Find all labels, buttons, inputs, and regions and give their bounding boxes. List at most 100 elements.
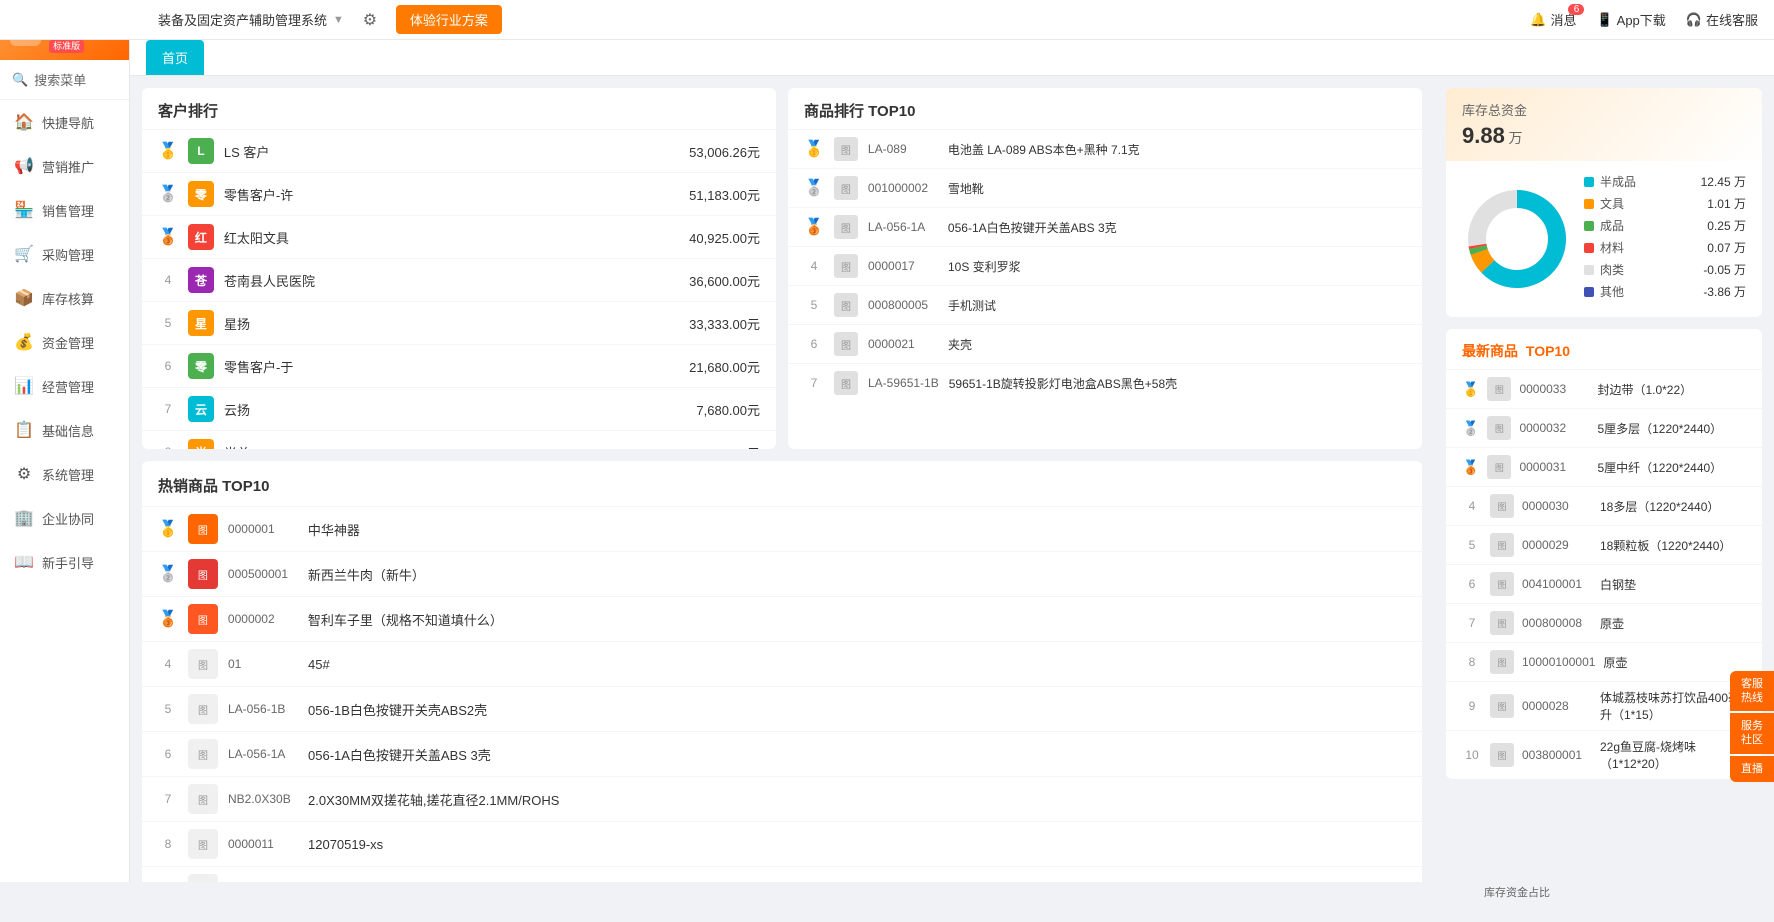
hot-product-row: 7 图 NB2.0X30B 2.0X30MM双搓花轴,搓花直径2.1MM/ROH…: [142, 776, 1422, 821]
tab-home[interactable]: 首页: [146, 40, 204, 75]
product-img: 图: [1490, 743, 1514, 767]
product-code: 0000028: [1522, 699, 1592, 713]
sidebar-item-guide[interactable]: 📖 新手引导: [0, 540, 129, 584]
megaphone-icon: 📢: [14, 156, 34, 176]
customer-name: 红太阳文具: [224, 228, 679, 247]
product-thumbnail: 图: [188, 829, 218, 859]
float-service: 客服热线 服务社区 直播: [1730, 671, 1774, 782]
customer-amount: 53,006.26元: [689, 142, 760, 161]
sidebar-item-inventory[interactable]: 📦 库存核算: [0, 276, 129, 320]
sidebar-item-quick-nav[interactable]: 🏠 快捷导航: [0, 100, 129, 144]
product-ranking-row: 5 图 000800005 手机测试: [788, 285, 1422, 324]
product-img: 图: [1490, 611, 1514, 635]
sidebar: 好 畅捷通好生意 标准版 🔍 搜索菜单 🏠 快捷导航 📢 营销推广 🏪 销售管理…: [0, 0, 130, 882]
product-code: LA-056-1A: [868, 220, 938, 234]
product-name: 45#: [308, 657, 1406, 672]
bell-icon: 🔔: [1530, 12, 1546, 28]
mobile-icon: 📱: [1596, 12, 1612, 28]
float-service-hotline[interactable]: 客服热线: [1730, 671, 1774, 712]
latest-product-row: 7 图 000800008 原壶: [1446, 603, 1762, 642]
float-service-live[interactable]: 直播: [1730, 756, 1774, 782]
clipboard-icon: 📋: [14, 420, 34, 440]
settings-btn[interactable]: ⚙: [356, 6, 384, 34]
product-code: 0000017: [868, 259, 938, 273]
customer-amount: 51,183.00元: [689, 185, 760, 204]
sidebar-item-purchase[interactable]: 🛒 采购管理: [0, 232, 129, 276]
rank-number: 5: [804, 298, 824, 312]
product-name: 2.0X30MM双搓花轴,搓花直径2.1MM/ROHS: [308, 790, 1406, 809]
product-name: 056-1A白色按键开关盖ABS 3克: [948, 219, 1406, 236]
header-right: 🔔 消息 6 📱 App下载 🎧 在线客服: [1530, 10, 1758, 29]
customer-ranking-list: 🥇 L LS 客户 53,006.26元 🥈 零 零售客户-许 51,183.0…: [142, 129, 776, 449]
store-icon: 🏪: [14, 200, 34, 220]
rank-number: 10: [1462, 748, 1482, 762]
avatar: L: [188, 138, 214, 164]
search-menu-btn[interactable]: 🔍 搜索菜单: [0, 60, 129, 100]
rank-number: 8: [158, 445, 178, 449]
gear-icon: ⚙: [14, 464, 34, 484]
avatar: 云: [188, 396, 214, 422]
chevron-down-icon: ▼: [333, 14, 344, 26]
rank-number: 7: [804, 376, 824, 390]
medal-icon: 🥉: [1462, 459, 1479, 476]
money-icon: 💰: [14, 332, 34, 352]
sidebar-item-marketing[interactable]: 📢 营销推广: [0, 144, 129, 188]
hot-product-row: 5 图 LA-056-1B 056-1B白色按键开关壳ABS2壳: [142, 686, 1422, 731]
product-thumbnail: 图: [188, 739, 218, 769]
product-code: 0000030: [1522, 499, 1592, 513]
product-thumbnail: 图: [188, 559, 218, 589]
product-img: 图: [834, 293, 858, 317]
product-thumbnail: 图: [188, 874, 218, 882]
message-btn[interactable]: 🔔 消息 6: [1530, 10, 1576, 29]
avatar: 苍: [188, 267, 214, 293]
system-selector[interactable]: 装备及固定资产辅助管理系统 ▼: [158, 10, 344, 29]
sidebar-item-sales[interactable]: 🏪 销售管理: [0, 188, 129, 232]
latest-products-list: 🥇 图 0000033 封边带（1.0*22） 🥈 图 0000032 5厘多层…: [1446, 369, 1762, 779]
legend-color: [1584, 177, 1594, 187]
legend-value: -3.86 万: [1703, 283, 1746, 300]
product-img: 图: [1487, 455, 1511, 479]
product-name: 056-1B白色按键开关壳ABS2壳: [308, 700, 1406, 719]
product-name: 原壶: [1603, 654, 1746, 671]
legend-item: 半成品 12.45 万: [1584, 173, 1746, 190]
customer-name: 零售客户-许: [224, 185, 679, 204]
sidebar-item-finance[interactable]: 💰 资金管理: [0, 320, 129, 364]
trial-button[interactable]: 体验行业方案: [396, 5, 502, 34]
legend-item: 成品 0.25 万: [1584, 217, 1746, 234]
rank-number: 6: [804, 337, 824, 351]
latest-product-row: 10 图 003800001 22g鱼豆腐-烧烤味（1*12*20）: [1446, 730, 1762, 779]
rank-number: 6: [158, 359, 178, 373]
legend-name: 肉类: [1600, 261, 1697, 278]
customer-amount: 21,680.00元: [689, 357, 760, 376]
legend-item: 肉类 -0.05 万: [1584, 261, 1746, 278]
legend-color: [1584, 243, 1594, 253]
middle-panel: 客户排行 🥇 L LS 客户 53,006.26元 🥈 零 零售客户-许 51,…: [130, 76, 1434, 882]
inventory-legend: 半成品 12.45 万 文具 1.01 万 成品 0.25 万 材料 0.07 …: [1584, 173, 1746, 305]
hot-product-row: 6 图 LA-056-1A 056-1A白色按键开关盖ABS 3壳: [142, 731, 1422, 776]
rank-number: 4: [158, 273, 178, 287]
product-name: 封边带（1.0*22）: [1597, 381, 1746, 398]
product-ranking-list: 🥇 图 LA-089 电池盖 LA-089 ABS本色+黑种 7.1克 🥈 图 …: [788, 129, 1422, 402]
product-img: 图: [1490, 694, 1514, 718]
sidebar-item-sys-admin[interactable]: ⚙ 系统管理: [0, 452, 129, 496]
float-service-community[interactable]: 服务社区: [1730, 713, 1774, 754]
hot-product-row: 8 图 0000011 12070519-xs: [142, 821, 1422, 866]
sidebar-item-enterprise[interactable]: 🏢 企业协同: [0, 496, 129, 540]
product-thumbnail: 图: [188, 604, 218, 634]
product-code: 0000002: [228, 612, 298, 626]
product-code: LA-59651-1B: [868, 376, 939, 390]
donut-chart: [1462, 184, 1572, 294]
rank-number: 4: [158, 657, 178, 671]
rank-number: 6: [1462, 577, 1482, 591]
product-img: 图: [1490, 494, 1514, 518]
product-code: 0000001: [228, 522, 298, 536]
online-service-btn[interactable]: 🎧 在线客服: [1686, 10, 1758, 29]
product-name: 18多层（1220*2440）: [1600, 498, 1746, 515]
legend-name: 半成品: [1600, 173, 1695, 190]
product-code: 0000021: [868, 337, 938, 351]
top-header: 装备及固定资产辅助管理系统 ▼ ⚙ 体验行业方案 🔔 消息 6 📱 App下载 …: [0, 0, 1774, 40]
sidebar-item-base-info[interactable]: 📋 基础信息: [0, 408, 129, 452]
sidebar-item-operations[interactable]: 📊 经营管理: [0, 364, 129, 408]
legend-color: [1584, 265, 1594, 275]
app-download-btn[interactable]: 📱 App下载: [1596, 10, 1665, 29]
